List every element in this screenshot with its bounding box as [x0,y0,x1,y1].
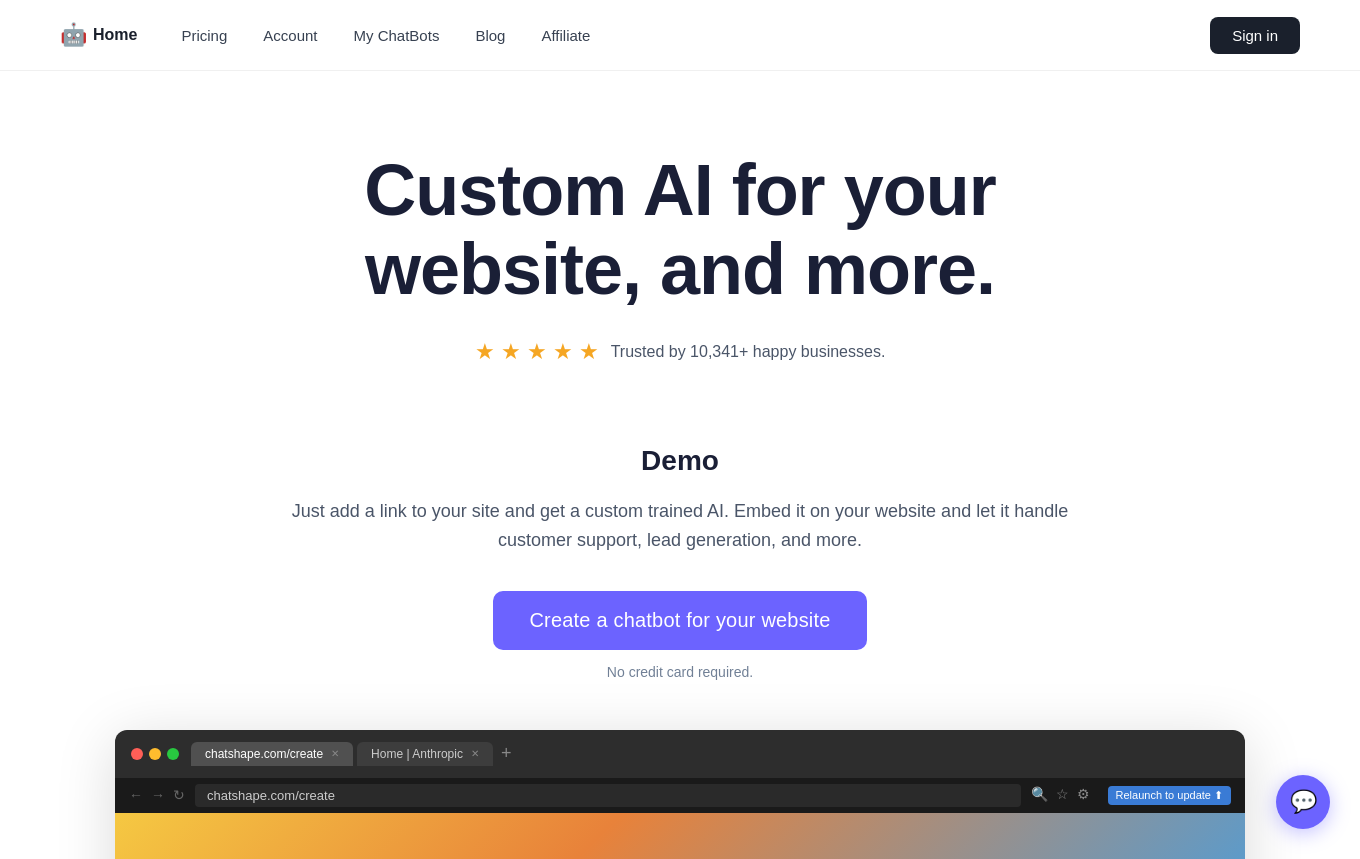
tab-1-close[interactable]: ✕ [331,748,339,759]
browser-url-bar: ← → ↻ chatshape.com/create 🔍 ☆ ⚙ Relaunc… [115,778,1245,813]
tab-1-label: chatshape.com/create [205,747,323,761]
maximize-window-button[interactable] [167,748,179,760]
extensions-icon[interactable]: ⚙ [1077,786,1090,805]
demo-title: Demo [641,445,719,477]
browser-tab-1[interactable]: chatshape.com/create ✕ [191,742,353,766]
zoom-icon: 🔍 [1031,786,1048,805]
reload-icon[interactable]: ↻ [173,787,185,803]
hero-section: Custom AI for your website, and more. ★ … [0,71,1360,405]
browser-mockup: chatshape.com/create ✕ Home | Anthropic … [115,730,1245,859]
trust-text: Trusted by 10,341+ happy businesses. [611,343,886,361]
new-tab-button[interactable]: + [501,743,512,764]
chat-widget-button[interactable]: 💬 [1276,775,1330,829]
back-icon[interactable]: ← [129,787,143,803]
hero-title: Custom AI for your website, and more. [230,151,1130,309]
browser-title-bar: chatshape.com/create ✕ Home | Anthropic … [115,730,1245,778]
nav-logo[interactable]: 🤖 Home [60,22,137,48]
browser-toolbar-icons: 🔍 ☆ ⚙ Relaunch to update ⬆ [1031,786,1231,805]
hero-trust-row: ★ ★ ★ ★ ★ Trusted by 10,341+ happy busin… [475,339,886,365]
browser-window-controls [131,748,179,760]
star-5: ★ [579,339,599,365]
create-chatbot-button[interactable]: Create a chatbot for your website [493,591,866,650]
browser-tabs: chatshape.com/create ✕ Home | Anthropic … [191,742,1229,766]
nav-link-blog[interactable]: Blog [459,19,521,52]
no-credit-text: No credit card required. [607,664,753,680]
demo-description: Just add a link to your site and get a c… [270,497,1090,555]
browser-content: Create chatbot [115,813,1245,859]
star-1: ★ [475,339,495,365]
tab-2-close[interactable]: ✕ [471,748,479,759]
star-3: ★ [527,339,547,365]
star-2: ★ [501,339,521,365]
nav-links: Pricing Account My ChatBots Blog Affilia… [165,19,606,52]
browser-nav-arrows: ← → ↻ [129,787,185,803]
nav-link-account[interactable]: Account [247,19,333,52]
browser-tab-2[interactable]: Home | Anthropic ✕ [357,742,493,766]
bookmark-icon[interactable]: ☆ [1056,786,1069,805]
tab-2-label: Home | Anthropic [371,747,463,761]
chat-widget-icon: 💬 [1290,789,1317,815]
logo-text: Home [93,26,137,44]
star-4: ★ [553,339,573,365]
close-window-button[interactable] [131,748,143,760]
logo-emoji: 🤖 [60,22,87,48]
browser-mockup-wrapper: chatshape.com/create ✕ Home | Anthropic … [0,700,1360,859]
nav-link-pricing[interactable]: Pricing [165,19,243,52]
nav-link-affiliate[interactable]: Affiliate [525,19,606,52]
url-input[interactable]: chatshape.com/create [195,784,1021,807]
sign-in-button[interactable]: Sign in [1210,17,1300,54]
minimize-window-button[interactable] [149,748,161,760]
demo-section: Demo Just add a link to your site and ge… [0,405,1360,700]
forward-icon[interactable]: → [151,787,165,803]
relaunch-button[interactable]: Relaunch to update ⬆ [1108,786,1231,805]
nav-link-my-chatbots[interactable]: My ChatBots [338,19,456,52]
navbar: 🤖 Home Pricing Account My ChatBots Blog … [0,0,1360,71]
browser-inner-title: Create chatbot [505,853,855,859]
